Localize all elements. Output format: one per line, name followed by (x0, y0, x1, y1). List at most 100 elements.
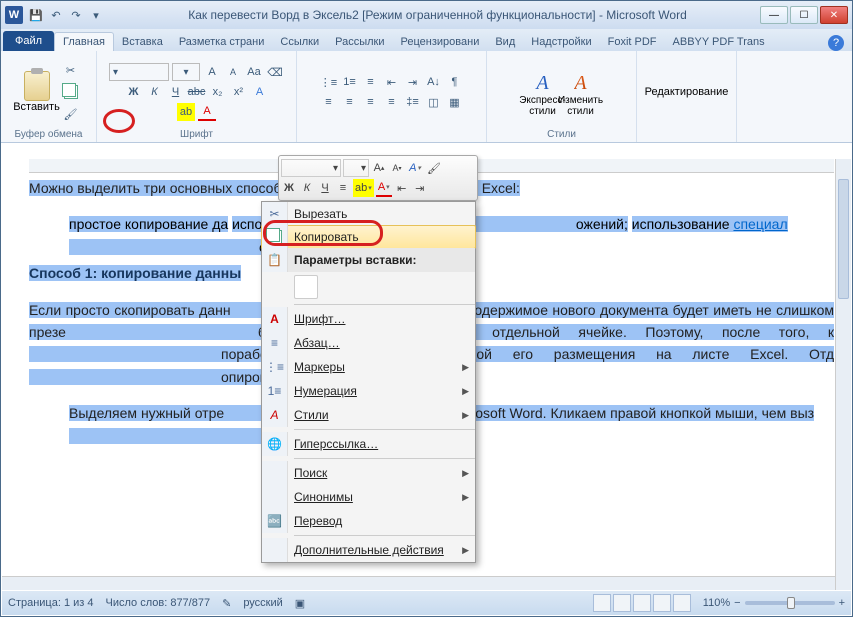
mini-font-size[interactable]: ▾ (343, 159, 369, 177)
cm-search[interactable]: Поиск ▶ (262, 461, 475, 485)
format-painter-icon[interactable]: 🖌 (62, 105, 80, 123)
maximize-button[interactable]: ☐ (790, 6, 818, 24)
tab-references[interactable]: Ссылки (272, 33, 327, 51)
mini-indent-inc-icon[interactable]: ⇥ (412, 179, 428, 197)
grow-font-icon[interactable]: A (203, 63, 221, 81)
undo-icon[interactable]: ↶ (47, 6, 65, 24)
tab-mailings[interactable]: Рассылки (327, 33, 392, 51)
close-button[interactable]: ✕ (820, 6, 848, 24)
cm-cut[interactable]: ✂ Вырезать (262, 202, 475, 226)
mini-center-icon[interactable]: ≡ (335, 179, 351, 197)
view-web-icon[interactable] (633, 594, 651, 612)
tab-foxit[interactable]: Foxit PDF (600, 33, 665, 51)
justify-icon[interactable]: ≡ (383, 93, 401, 111)
mini-shrink-icon[interactable]: A▾ (389, 159, 405, 177)
bold-icon[interactable]: Ж (125, 83, 143, 101)
doc-heading[interactable]: Способ 1: копирование данны (29, 265, 241, 281)
text-effects-icon[interactable]: A (251, 83, 269, 101)
minimize-button[interactable]: — (760, 6, 788, 24)
cut-icon[interactable]: ✂ (62, 61, 80, 79)
line-spacing-icon[interactable]: ‡≡ (404, 93, 422, 111)
doc-link[interactable]: специал (733, 216, 787, 232)
status-page[interactable]: Страница: 1 из 4 (8, 597, 94, 609)
borders-icon[interactable]: ▦ (446, 93, 464, 111)
view-outline-icon[interactable] (653, 594, 671, 612)
cm-synonyms[interactable]: Синонимы ▶ (262, 485, 475, 509)
cm-paragraph[interactable]: ≡ Абзац… (262, 331, 475, 355)
editing-button[interactable]: Редактирование (645, 86, 729, 98)
mini-painter-icon[interactable]: 🖌 (425, 159, 443, 177)
status-words[interactable]: Число слов: 877/877 (106, 597, 211, 609)
qat-more-icon[interactable]: ▾ (87, 6, 105, 24)
cm-hyperlink[interactable]: 🌐 Гиперссылка… (262, 432, 475, 456)
change-case-icon[interactable]: Aa (245, 63, 263, 81)
cm-copy[interactable]: Копировать (261, 225, 476, 249)
cm-translate[interactable]: 🔤 Перевод (262, 509, 475, 533)
macro-icon[interactable]: ▣ (295, 597, 305, 610)
quick-styles-button[interactable]: A Экспресс-стили (525, 72, 561, 112)
shading-icon[interactable]: ◫ (425, 93, 443, 111)
view-draft-icon[interactable] (673, 594, 691, 612)
highlight-icon[interactable]: ab (177, 103, 195, 121)
mini-grow-icon[interactable]: A▴ (371, 159, 387, 177)
shrink-font-icon[interactable]: A (224, 63, 242, 81)
tab-abbyy[interactable]: ABBYY PDF Trans (665, 33, 773, 51)
tab-review[interactable]: Рецензировани (393, 33, 488, 51)
align-right-icon[interactable]: ≡ (362, 93, 380, 111)
tab-addins[interactable]: Надстройки (523, 33, 599, 51)
mini-fontcolor-icon[interactable]: A▾ (376, 179, 392, 197)
change-styles-button[interactable]: A Изменить стили (563, 72, 599, 112)
paste-button[interactable]: Вставить (18, 68, 56, 116)
sort-icon[interactable]: A↓ (425, 73, 443, 91)
mini-indent-dec-icon[interactable]: ⇤ (394, 179, 410, 197)
mini-bold-icon[interactable]: Ж (281, 179, 297, 197)
italic-icon[interactable]: К (146, 83, 164, 101)
tab-home[interactable]: Главная (54, 32, 114, 51)
underline-icon[interactable]: Ч (167, 83, 185, 101)
show-marks-icon[interactable]: ¶ (446, 73, 464, 91)
numbering-icon[interactable]: 1≡ (341, 73, 359, 91)
cm-numbering[interactable]: 1≡ Нумерация ▶ (262, 379, 475, 403)
paste-option-1[interactable] (294, 275, 318, 299)
superscript-icon[interactable]: x² (230, 83, 248, 101)
clear-format-icon[interactable]: ⌫ (266, 63, 284, 81)
mini-highlight-icon[interactable]: ab▾ (353, 179, 374, 197)
align-center-icon[interactable]: ≡ (341, 93, 359, 111)
cm-bullets[interactable]: ⋮≡ Маркеры ▶ (262, 355, 475, 379)
align-left-icon[interactable]: ≡ (320, 93, 338, 111)
mini-styles-icon[interactable]: A▾ (407, 159, 423, 177)
strike-icon[interactable]: abc (188, 83, 206, 101)
vertical-scrollbar[interactable] (835, 159, 851, 590)
scroll-thumb[interactable] (838, 179, 849, 299)
zoom-out-icon[interactable]: − (734, 597, 740, 609)
mini-underline-icon[interactable]: Ч (317, 179, 333, 197)
tab-view[interactable]: Вид (487, 33, 523, 51)
proofing-icon[interactable]: ✎ (222, 597, 231, 610)
tab-file[interactable]: Файл (3, 31, 54, 51)
indent-inc-icon[interactable]: ⇥ (404, 73, 422, 91)
bullets-icon[interactable]: ⋮≡ (320, 73, 338, 91)
multilevel-icon[interactable]: ≡ (362, 73, 380, 91)
zoom-slider[interactable] (745, 601, 835, 605)
help-icon[interactable]: ? (828, 35, 844, 51)
save-icon[interactable]: 💾 (27, 6, 45, 24)
mini-font-name[interactable]: ▾ (281, 159, 341, 177)
zoom-in-icon[interactable]: + (839, 597, 845, 609)
mini-italic-icon[interactable]: К (299, 179, 315, 197)
font-color-icon[interactable]: A (198, 103, 216, 121)
horizontal-scrollbar[interactable] (2, 576, 835, 590)
doc-li1[interactable]: простое копирование да (69, 216, 228, 232)
view-printlayout-icon[interactable] (593, 594, 611, 612)
tab-layout[interactable]: Разметка страни (171, 33, 273, 51)
cm-font[interactable]: A Шрифт… (262, 307, 475, 331)
indent-dec-icon[interactable]: ⇤ (383, 73, 401, 91)
tab-insert[interactable]: Вставка (114, 33, 171, 51)
redo-icon[interactable]: ↷ (67, 6, 85, 24)
font-name-select[interactable]: ▾ (109, 63, 169, 81)
zoom-level[interactable]: 110% (703, 597, 730, 609)
cm-styles[interactable]: A Стили ▶ (262, 403, 475, 427)
cm-additional[interactable]: Дополнительные действия ▶ (262, 538, 475, 562)
status-language[interactable]: русский (243, 597, 282, 609)
view-fullscreen-icon[interactable] (613, 594, 631, 612)
font-size-select[interactable]: ▾ (172, 63, 200, 81)
